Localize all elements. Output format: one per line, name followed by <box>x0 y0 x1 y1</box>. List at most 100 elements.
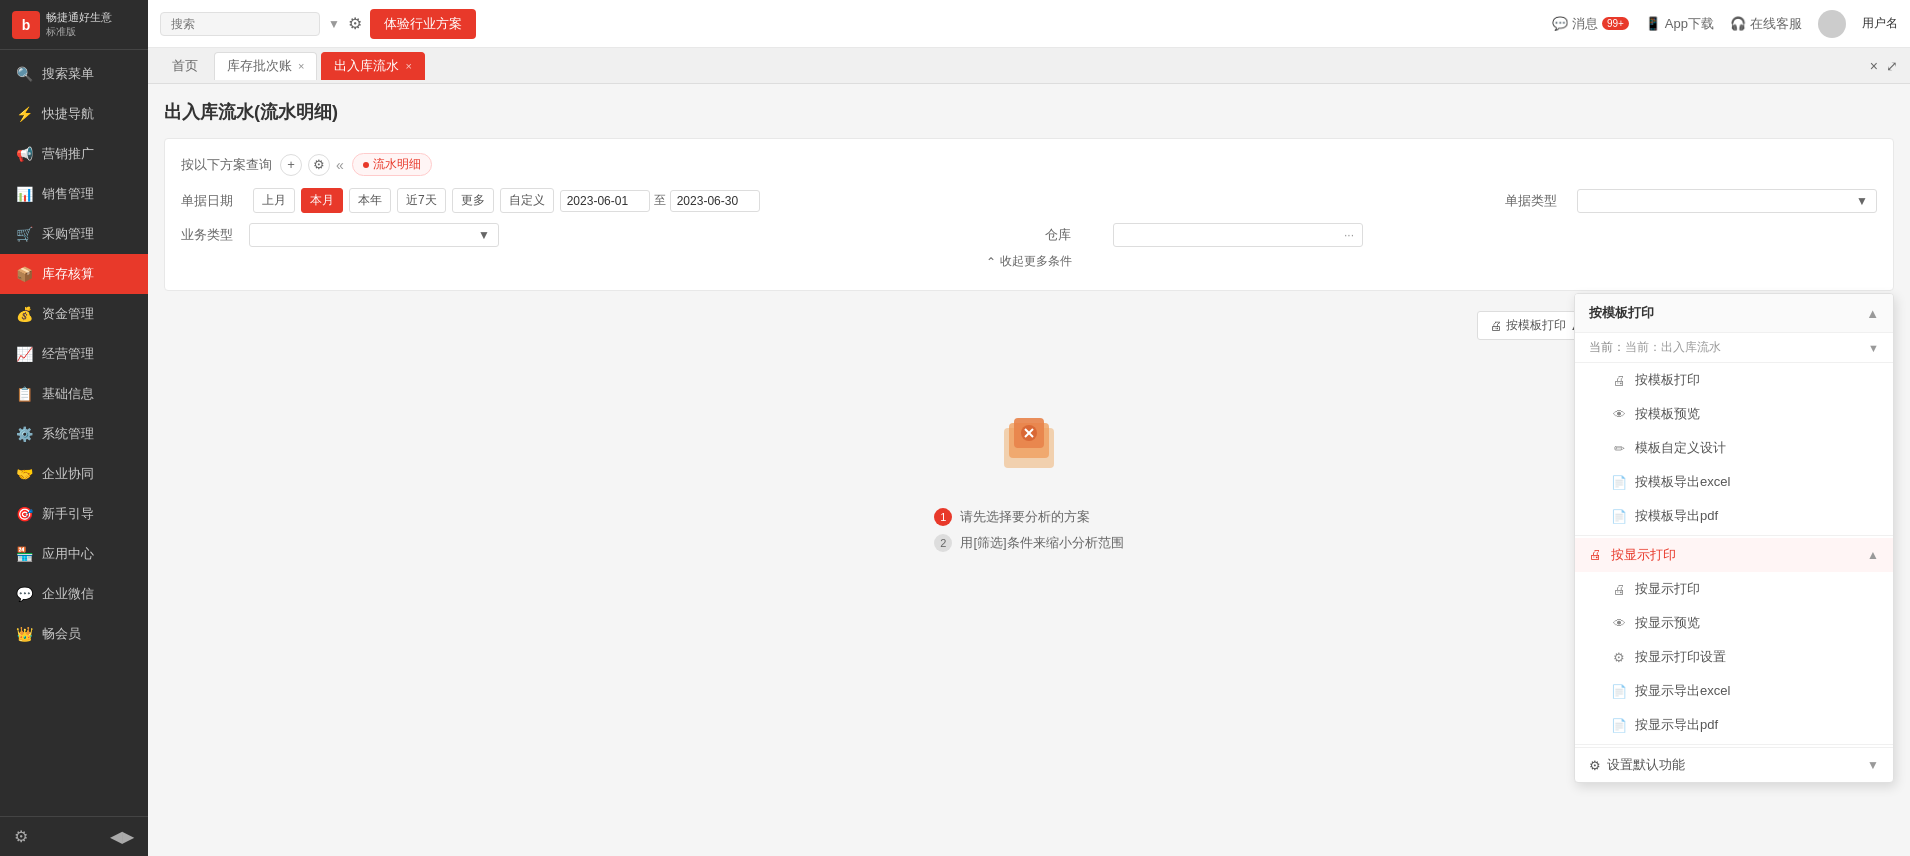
sidebar-item-wechat[interactable]: 💬 企业微信 <box>0 574 148 614</box>
page-content: 出入库流水(流水明细) 按以下方案查询 + ⚙ « 流水明细 单据日期 上月 <box>148 84 1910 856</box>
search-icon: 🔍 <box>14 64 34 84</box>
tab-home[interactable]: 首页 <box>160 52 210 80</box>
filter-add-button[interactable]: + <box>280 154 302 176</box>
date-input-range: 至 <box>560 190 760 212</box>
sidebar-item-vip[interactable]: 👑 畅会员 <box>0 614 148 654</box>
date-btn-last-month[interactable]: 上月 <box>253 188 295 213</box>
window-close-icon[interactable]: × <box>1870 58 1878 74</box>
filter-actions: + ⚙ « <box>280 154 344 176</box>
tab-inventory-flow[interactable]: 出入库流水 × <box>321 52 424 80</box>
date-end-input[interactable] <box>670 190 760 212</box>
pdf-icon: 📄 <box>1611 508 1627 524</box>
industry-button[interactable]: 体验行业方案 <box>370 9 476 39</box>
dropdown-item-display-print[interactable]: 🖨 按显示打印 <box>1575 572 1893 606</box>
footer-arrow-icon: ▼ <box>1867 758 1879 772</box>
dropdown-item-label: 按显示导出pdf <box>1635 716 1718 734</box>
date-to-label: 至 <box>654 192 666 209</box>
sidebar-item-marketing[interactable]: 📢 营销推广 <box>0 134 148 174</box>
sidebar-item-appstore[interactable]: 🏪 应用中心 <box>0 534 148 574</box>
main-area: ▼ ⚙ 体验行业方案 💬 消息 99+ 📱 App下载 🎧 在线客服 用户名 <box>148 0 1910 856</box>
megaphone-icon: 📢 <box>14 144 34 164</box>
dropdown-item-label: 按模板导出pdf <box>1635 507 1718 525</box>
flash-icon: ⚡ <box>14 104 34 124</box>
dropdown-item-template-pdf[interactable]: 📄 按模板导出pdf <box>1575 499 1893 533</box>
app-download-button[interactable]: 📱 App下载 <box>1645 15 1714 33</box>
sidebar-item-operation[interactable]: 📈 经营管理 <box>0 334 148 374</box>
online-service-button[interactable]: 🎧 在线客服 <box>1730 15 1802 33</box>
dropdown-section2-header[interactable]: 🖨 按显示打印 ▲ <box>1575 538 1893 572</box>
warehouse-group: 仓库 ··· <box>1045 223 1877 247</box>
sidebar-item-sales[interactable]: 📊 销售管理 <box>0 174 148 214</box>
window-expand-icon[interactable]: ⤢ <box>1886 58 1898 74</box>
sidebar-item-system[interactable]: ⚙️ 系统管理 <box>0 414 148 454</box>
dropdown-item-display-preview[interactable]: 👁 按显示预览 <box>1575 606 1893 640</box>
date-btn-more[interactable]: 更多 <box>452 188 494 213</box>
headset-icon: 🎧 <box>1730 16 1746 31</box>
excel-icon: 📄 <box>1611 474 1627 490</box>
tab-inventory-batch[interactable]: 库存批次账 × <box>214 52 317 80</box>
filter-date-row: 单据日期 上月 本月 本年 近7天 更多 自定义 至 单据类型 <box>181 188 1877 213</box>
logo-icon: b <box>12 11 40 39</box>
dropdown-item-template-excel[interactable]: 📄 按模板导出excel <box>1575 465 1893 499</box>
collapse-button[interactable]: ⌃ 收起更多条件 <box>181 247 1877 276</box>
dropdown-header-arrow-icon[interactable]: ▲ <box>1866 306 1879 321</box>
search-input[interactable] <box>160 12 320 36</box>
date-btn-custom[interactable]: 自定义 <box>500 188 554 213</box>
toolbar: 🖨 按模板打印 ▲ 📤 导出 🔄 刷新 ··· 查询 设置 按模板打印 ▲ <box>164 303 1894 348</box>
sidebar-item-label: 快捷导航 <box>42 105 94 123</box>
dropdown-item-label: 按模板预览 <box>1635 405 1700 423</box>
app-name: 畅捷通好生意 <box>46 10 112 25</box>
filter-tag-dot <box>363 162 369 168</box>
tab-close-icon[interactable]: × <box>298 60 304 72</box>
collapse-up-icon: ⌃ <box>986 255 996 269</box>
warehouse-more-icon[interactable]: ··· <box>1344 228 1354 242</box>
sidebar-item-label: 搜索菜单 <box>42 65 94 83</box>
current-label: 当前：当前：出入库流水 <box>1589 339 1721 356</box>
sidebar-item-corp[interactable]: 🤝 企业协同 <box>0 454 148 494</box>
dropdown-item-template-preview[interactable]: 👁 按模板预览 <box>1575 397 1893 431</box>
sidebar-item-finance[interactable]: 💰 资金管理 <box>0 294 148 334</box>
tab-close-active-icon[interactable]: × <box>405 60 411 72</box>
sidebar-item-search[interactable]: 🔍 搜索菜单 <box>0 54 148 94</box>
sidebar-item-purchase[interactable]: 🛒 采购管理 <box>0 214 148 254</box>
dropdown-item-label: 按显示打印 <box>1635 580 1700 598</box>
target-icon: 🎯 <box>14 504 34 524</box>
dropdown-item-display-settings[interactable]: ⚙ 按显示打印设置 <box>1575 640 1893 674</box>
date-btn-7days[interactable]: 近7天 <box>397 188 446 213</box>
sidebar-item-inventory[interactable]: 📦 库存核算 <box>0 254 148 294</box>
biz-type-select[interactable]: ▼ <box>249 223 499 247</box>
date-btn-this-month[interactable]: 本月 <box>301 188 343 213</box>
avatar[interactable] <box>1818 10 1846 38</box>
sidebar-item-quicknav[interactable]: ⚡ 快捷导航 <box>0 94 148 134</box>
sidebar-footer: ⚙ ◀▶ <box>0 816 148 856</box>
settings-icon[interactable]: ⚙ <box>14 827 28 846</box>
sidebar-item-label: 库存核算 <box>42 265 94 283</box>
app-logo: b 畅捷通好生意 标准版 <box>0 0 148 50</box>
date-btn-this-year[interactable]: 本年 <box>349 188 391 213</box>
date-start-input[interactable] <box>560 190 650 212</box>
dropdown-item-label: 模板自定义设计 <box>1635 439 1726 457</box>
filter-tag-label: 流水明细 <box>373 156 421 173</box>
doc-type-select[interactable]: ▼ <box>1577 189 1877 213</box>
message-badge: 99+ <box>1602 17 1629 30</box>
sidebar-item-guide[interactable]: 🎯 新手引导 <box>0 494 148 534</box>
wechat-icon: 💬 <box>14 584 34 604</box>
dropdown-item-display-excel[interactable]: 📄 按显示导出excel <box>1575 674 1893 708</box>
filter-settings-button[interactable]: ⚙ <box>308 154 330 176</box>
dropdown-arrow-icon[interactable]: ▼ <box>328 17 340 31</box>
pdf2-icon: 📄 <box>1611 717 1627 733</box>
current-arrow-icon[interactable]: ▼ <box>1868 342 1879 354</box>
dropdown-footer[interactable]: ⚙ 设置默认功能 ▼ <box>1575 747 1893 782</box>
sidebar-item-label: 资金管理 <box>42 305 94 323</box>
filter-collapse-icon[interactable]: « <box>336 157 344 173</box>
sidebar-nav: 🔍 搜索菜单 ⚡ 快捷导航 📢 营销推广 📊 销售管理 🛒 采购管理 📦 库存核… <box>0 50 148 816</box>
warehouse-select[interactable]: ··· <box>1113 223 1363 247</box>
sidebar-item-basic[interactable]: 📋 基础信息 <box>0 374 148 414</box>
dropdown-item-display-pdf[interactable]: 📄 按显示导出pdf <box>1575 708 1893 742</box>
dropdown-item-template-design[interactable]: ✏ 模板自定义设计 <box>1575 431 1893 465</box>
dropdown-item-template-print[interactable]: 🖨 按模板打印 <box>1575 363 1893 397</box>
collapse-sidebar-icon[interactable]: ◀▶ <box>110 827 134 846</box>
message-button[interactable]: 💬 消息 99+ <box>1552 15 1629 33</box>
sidebar-item-label: 畅会员 <box>42 625 81 643</box>
topbar-gear-icon[interactable]: ⚙ <box>348 14 362 33</box>
